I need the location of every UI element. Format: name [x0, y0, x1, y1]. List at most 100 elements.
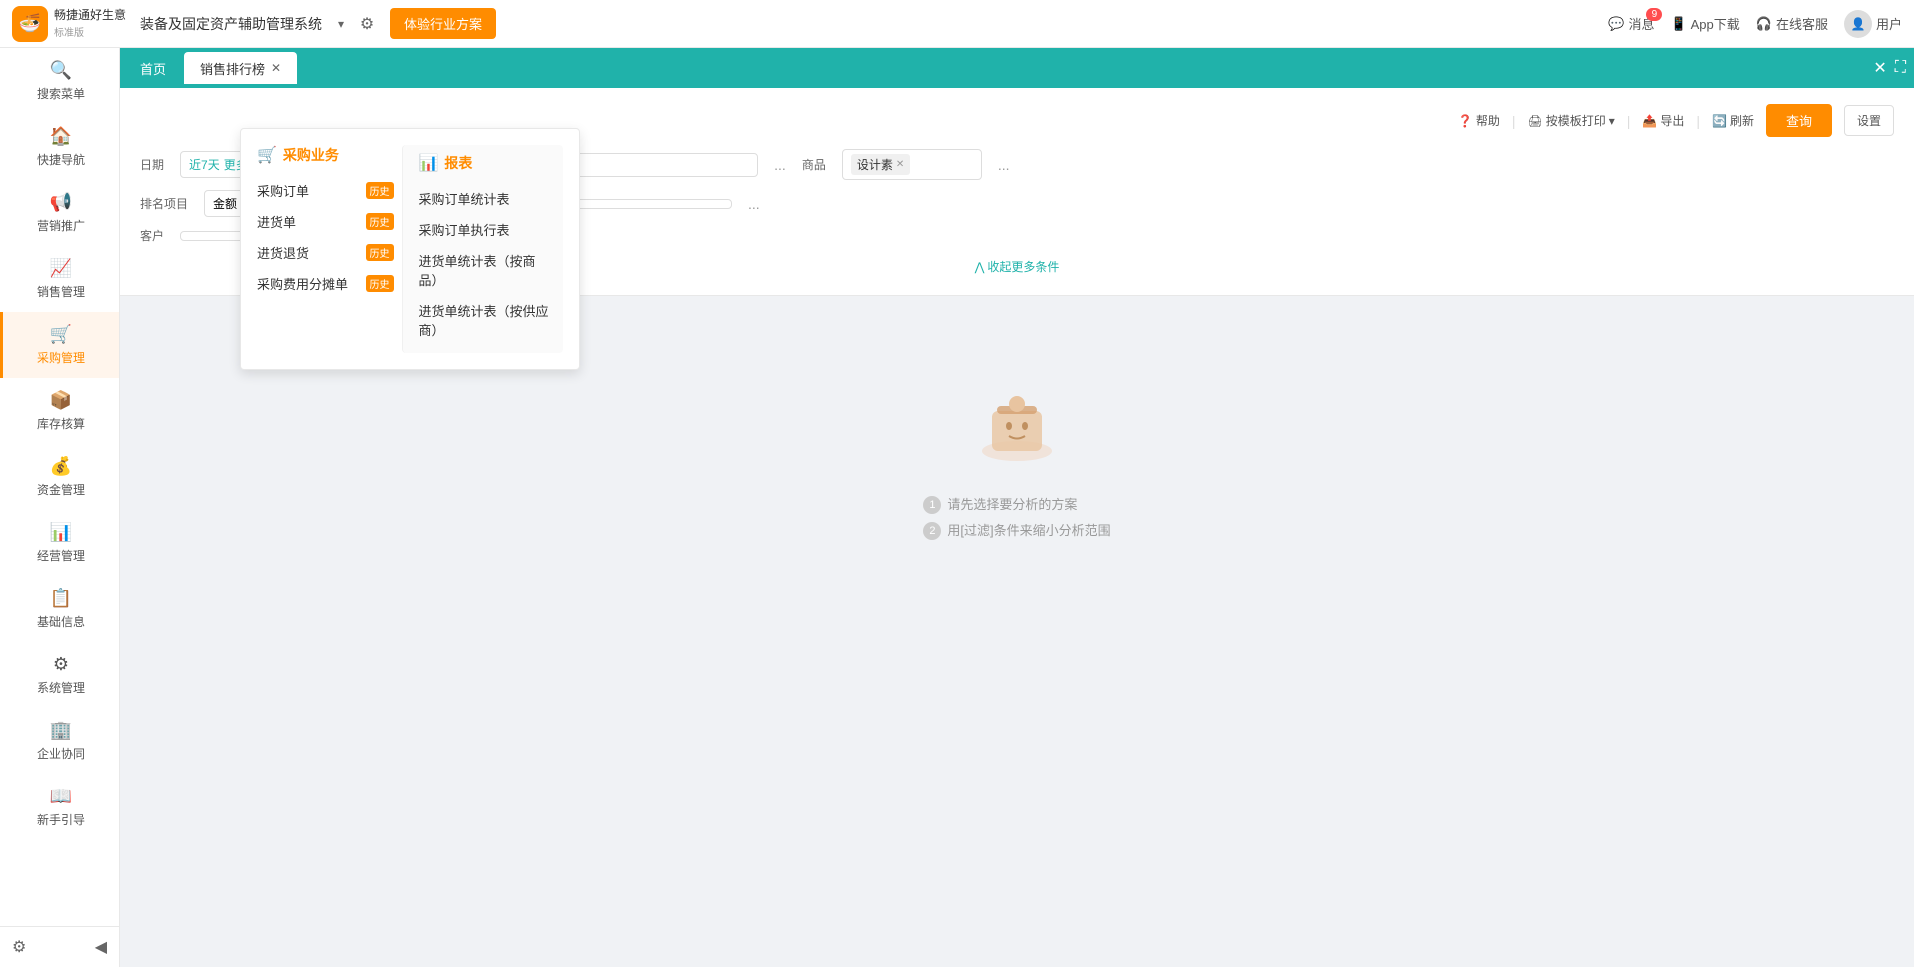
sidebar-item-search[interactable]: 🔍 搜索菜单	[0, 48, 119, 114]
tip-text-2: 用[过滤]条件来缩小分析范围	[947, 518, 1110, 544]
sidebar-item-system[interactable]: ⚙ 系统管理	[0, 642, 119, 708]
help-icon: ❓	[1458, 114, 1473, 128]
messages-button[interactable]: 💬 消息 9	[1608, 14, 1654, 33]
menu-item-expense[interactable]: 采购费用分摊单 历史	[257, 268, 394, 299]
sidebar-item-quick-nav[interactable]: 🏠 快捷导航	[0, 114, 119, 180]
expense-label: 采购费用分摊单	[257, 274, 348, 293]
app-download-button[interactable]: 📱 App下载	[1670, 14, 1739, 33]
help-button[interactable]: ❓ 帮助	[1458, 112, 1500, 129]
user-menu-button[interactable]: 👤 用户	[1844, 10, 1902, 38]
sidebar-item-sales-label: 销售管理	[37, 283, 85, 300]
date-label: 日期	[140, 156, 164, 173]
product-control[interactable]: 设计素 ✕	[842, 149, 982, 180]
query-button[interactable]: 查询	[1766, 104, 1832, 137]
reports-header: 📊 报表	[419, 153, 556, 173]
logo-text: 畅捷通好生意	[54, 8, 126, 24]
order-stats-label: 采购订单统计表	[419, 189, 510, 208]
purchase-business-icon: 🛒	[257, 145, 277, 165]
menu-item-order-exec[interactable]: 采购订单执行表	[419, 214, 556, 245]
purchase-order-badges: 历史	[366, 182, 394, 199]
menu-item-receipt-stats-supplier[interactable]: 进货单统计表（按供应商）	[419, 295, 556, 345]
messages-badge: 9	[1646, 8, 1662, 21]
system-title: 装备及固定资产辅助管理系统	[132, 14, 330, 34]
tip-num-2: 2	[923, 522, 941, 540]
finance-icon: 💰	[50, 456, 72, 477]
header-center: 装备及固定资产辅助管理系统 ▾ ⚙ 体验行业方案	[132, 8, 1608, 39]
sidebar-item-enterprise[interactable]: 🏢 企业协同	[0, 708, 119, 774]
refresh-label: 刷新	[1730, 112, 1754, 129]
tab-home-label: 首页	[140, 59, 166, 78]
system-dropdown-button[interactable]: ▾	[338, 17, 344, 31]
print-dropdown-icon: ▾	[1609, 114, 1615, 128]
sidebar-item-purchase[interactable]: 🛒 采购管理	[0, 312, 119, 378]
phone-icon: 📱	[1670, 16, 1686, 32]
purchase-dropdown-menu: 🛒 采购业务 采购订单 历史 进货单 历史	[240, 128, 580, 370]
search-icon: 🔍	[50, 60, 72, 81]
menu-item-purchase-order[interactable]: 采购订单 历史	[257, 175, 394, 206]
tab-close-button[interactable]: ✕	[271, 61, 281, 75]
sidebar-settings-button[interactable]: ⚙	[12, 937, 26, 957]
toolbar-divider-2: |	[1627, 113, 1631, 129]
product-tag-close[interactable]: ✕	[896, 159, 904, 170]
sidebar-item-finance[interactable]: 💰 资金管理	[0, 444, 119, 510]
sidebar-item-basic-info-label: 基础信息	[37, 613, 85, 630]
sidebar-item-operations[interactable]: 📊 经营管理	[0, 510, 119, 576]
purchase-order-history-badge: 历史	[366, 182, 394, 199]
online-service-button[interactable]: 🎧 在线客服	[1756, 14, 1828, 33]
print-button[interactable]: 🖨 按模板打印 ▾	[1527, 112, 1614, 129]
product-label: 商品	[802, 156, 826, 173]
customer-label: 客户	[140, 227, 164, 244]
collapse-label: 收起更多条件	[987, 258, 1059, 275]
export-icon: 📤	[1642, 114, 1657, 128]
tip-item-1: 1 请先选择要分析的方案	[923, 492, 1110, 518]
sidebar-item-guide[interactable]: 📖 新手引导	[0, 774, 119, 840]
sidebar-item-marketing[interactable]: 📢 营销推广	[0, 180, 119, 246]
refresh-button[interactable]: 🔄 刷新	[1712, 112, 1754, 129]
industry-button[interactable]: 体验行业方案	[390, 8, 496, 39]
sidebar-item-inventory[interactable]: 📦 库存核算	[0, 378, 119, 444]
content-area: 首页 销售排行榜 ✕ ✕ ⛶ ❓ 帮助 |	[120, 48, 1914, 967]
filter-settings-button[interactable]: 设置	[1844, 105, 1894, 136]
help-label: 帮助	[1476, 112, 1500, 129]
menu-item-receipt[interactable]: 进货单 历史	[257, 206, 394, 237]
return-history-badge: 历史	[366, 244, 394, 261]
reports-label: 报表	[444, 153, 472, 173]
status-dots-button[interactable]: ...	[774, 157, 786, 173]
tab-fullscreen-button[interactable]: ⛶	[1895, 59, 1906, 77]
tab-home[interactable]: 首页	[124, 52, 182, 84]
sidebar-item-sales[interactable]: 📈 销售管理	[0, 246, 119, 312]
export-button[interactable]: 📤 导出	[1642, 112, 1684, 129]
logo-icon: 🍜	[12, 6, 48, 42]
rank-value: 金额	[213, 195, 237, 212]
menu-column-reports: 📊 报表 采购订单统计表 采购订单执行表 进货单统计表（按商品） 进货单统计表（…	[402, 145, 564, 353]
sidebar-collapse-button[interactable]: ◀	[95, 937, 107, 957]
receipt-label: 进货单	[257, 212, 296, 231]
receipt-badges: 历史	[366, 213, 394, 230]
menu-item-order-stats[interactable]: 采购订单统计表	[419, 183, 556, 214]
receipt-stats-product-label: 进货单统计表（按商品）	[419, 251, 556, 289]
product-dots-button[interactable]: ...	[998, 157, 1010, 173]
menu-item-return[interactable]: 进货退货 历史	[257, 237, 394, 268]
user-label: 用户	[1876, 14, 1902, 33]
enterprise-icon: 🏢	[50, 720, 72, 741]
sidebar-item-marketing-label: 营销推广	[37, 217, 85, 234]
online-service-label: 在线客服	[1776, 14, 1828, 33]
toolbar-divider-3: |	[1696, 113, 1700, 129]
tab-sales-rank[interactable]: 销售排行榜 ✕	[184, 52, 297, 84]
sidebar-item-purchase-label: 采购管理	[37, 349, 85, 366]
tab-close-all-button[interactable]: ✕	[1873, 58, 1886, 78]
salesperson-dots-button[interactable]: ...	[748, 196, 760, 212]
tab-sales-rank-label: 销售排行榜	[200, 59, 265, 78]
menu-item-receipt-stats-product[interactable]: 进货单统计表（按商品）	[419, 245, 556, 295]
system-settings-button[interactable]: ⚙	[352, 9, 382, 39]
sidebar-item-search-label: 搜索菜单	[37, 85, 85, 102]
receipt-history-badge: 历史	[366, 213, 394, 230]
marketing-icon: 📢	[50, 192, 72, 213]
sidebar-item-finance-label: 资金管理	[37, 481, 85, 498]
purchase-order-label: 采购订单	[257, 181, 309, 200]
date-7days-button[interactable]: 近7天	[189, 156, 220, 173]
tab-bar-actions: ✕ ⛶	[1873, 58, 1906, 78]
collapse-button[interactable]: ⋀ 收起更多条件	[975, 258, 1060, 275]
sidebar-item-basic-info[interactable]: 📋 基础信息	[0, 576, 119, 642]
tip-text-1: 请先选择要分析的方案	[947, 492, 1077, 518]
